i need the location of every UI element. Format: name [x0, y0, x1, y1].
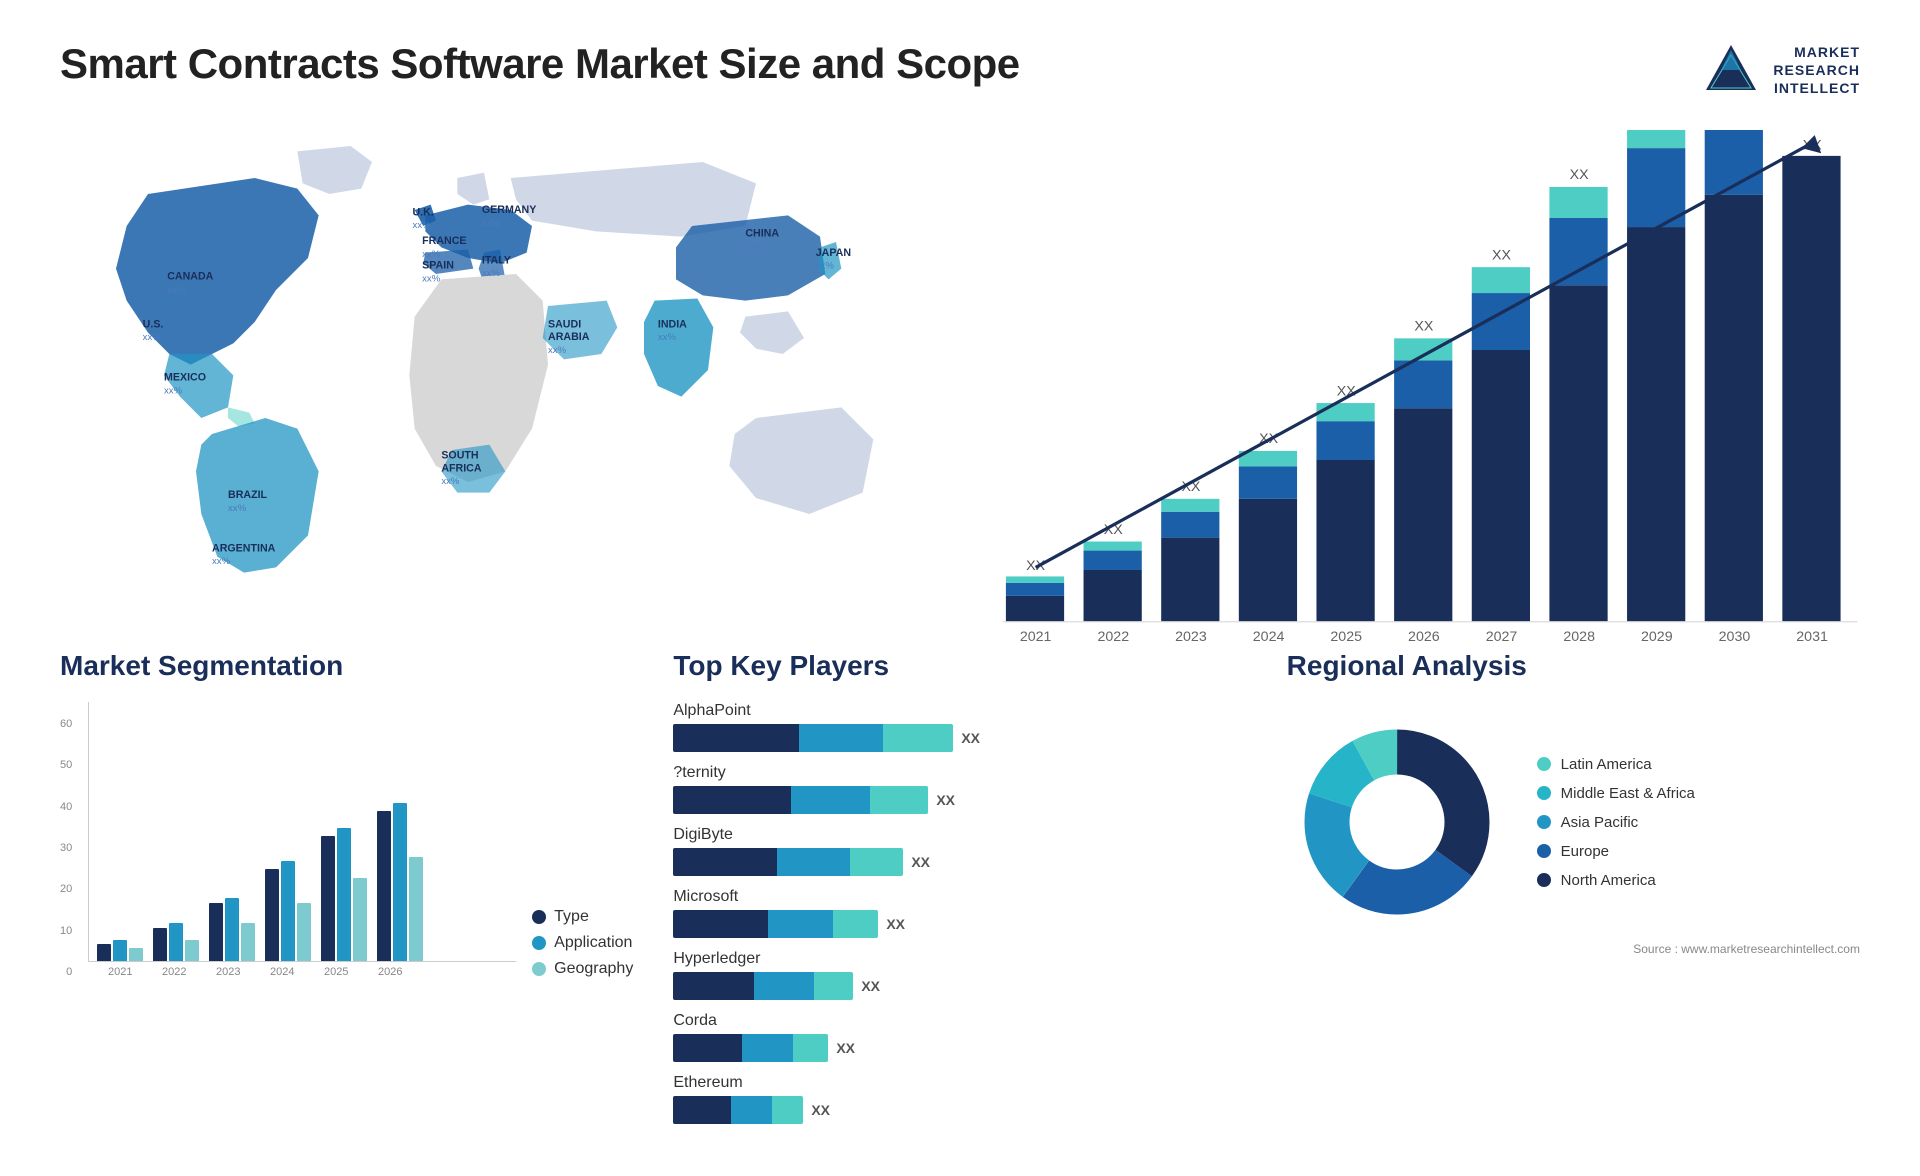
source-text: Source : www.marketresearchintellect.com — [1287, 942, 1860, 956]
logo-text: MARKET RESEARCH INTELLECT — [1773, 43, 1860, 98]
map-section: CANADA xx% U.S. xx% MEXICO xx% BRAZIL xx… — [60, 130, 940, 610]
svg-text:xx%: xx% — [143, 332, 162, 343]
page-title: Smart Contracts Software Market Size and… — [60, 40, 1020, 88]
page-container: Smart Contracts Software Market Size and… — [0, 0, 1920, 1176]
svg-text:XX: XX — [1647, 130, 1666, 134]
legend-geography: Geography — [532, 960, 633, 978]
namerica-dot — [1537, 873, 1551, 887]
china-label: CHINA — [745, 228, 779, 240]
svg-text:2023: 2023 — [1175, 629, 1207, 645]
svg-text:2028: 2028 — [1563, 629, 1595, 645]
player-row: AlphaPoint XX — [673, 702, 1246, 752]
svg-text:xx%: xx% — [482, 218, 501, 229]
argentina-label: ARGENTINA — [212, 542, 276, 554]
brazil-label: BRAZIL — [228, 489, 268, 501]
saudi-label: SAUDI — [548, 318, 581, 330]
reg-legend-item: North America — [1537, 872, 1695, 889]
player-row: Hyperledger XX — [673, 950, 1246, 1000]
mea-dot — [1537, 786, 1551, 800]
regional-title: Regional Analysis — [1287, 650, 1860, 682]
svg-text:xx%: xx% — [658, 332, 677, 343]
growth-chart: XX 2021 XX 2022 XX 2023 — [980, 130, 1860, 674]
players-title: Top Key Players — [673, 650, 1246, 682]
reg-legend-item: Middle East & Africa — [1537, 785, 1695, 802]
segmentation-section: Market Segmentation 60 50 40 30 20 10 0 — [60, 650, 633, 1136]
svg-text:xx%: xx% — [816, 261, 835, 272]
italy-label: ITALY — [482, 254, 511, 266]
svg-text:xx%: xx% — [548, 345, 567, 356]
svg-text:xx%: xx% — [164, 385, 183, 396]
svg-text:2022: 2022 — [1097, 629, 1129, 645]
donut-chart — [1287, 712, 1507, 932]
svg-text:XX: XX — [1492, 247, 1511, 263]
legend-application: Application — [532, 934, 633, 952]
asia-dot — [1537, 815, 1551, 829]
germany-label: GERMANY — [482, 204, 536, 216]
logo-icon — [1701, 40, 1761, 100]
regional-legend: Latin America Middle East & Africa Asia … — [1537, 756, 1695, 889]
player-row: ?ternity XX — [673, 764, 1246, 814]
svg-text:xx%: xx% — [422, 249, 441, 260]
donut-area: Latin America Middle East & Africa Asia … — [1287, 712, 1860, 932]
europe-dot — [1537, 844, 1551, 858]
player-row: Corda XX — [673, 1012, 1246, 1062]
svg-text:XX: XX — [1570, 167, 1589, 183]
player-row: Ethereum XX — [673, 1074, 1246, 1124]
spain-label: SPAIN — [422, 260, 454, 272]
svg-text:xx%: xx% — [422, 273, 441, 284]
svg-text:xx%: xx% — [228, 503, 247, 514]
svg-text:2024: 2024 — [1253, 629, 1285, 645]
india-label: INDIA — [658, 318, 687, 330]
uk-label: U.K. — [413, 206, 434, 218]
latam-dot — [1537, 757, 1551, 771]
svg-text:2030: 2030 — [1719, 629, 1751, 645]
bottom-content: Market Segmentation 60 50 40 30 20 10 0 — [60, 650, 1860, 1136]
svg-text:AFRICA: AFRICA — [441, 462, 482, 474]
geo-dot — [532, 962, 546, 976]
svg-text:xx%: xx% — [167, 285, 186, 296]
type-dot — [532, 910, 546, 924]
svg-text:2027: 2027 — [1486, 629, 1518, 645]
svg-text:xx%: xx% — [482, 268, 501, 279]
svg-text:XX: XX — [1725, 130, 1744, 134]
svg-text:xx%: xx% — [212, 556, 231, 567]
map-container: CANADA xx% U.S. xx% MEXICO xx% BRAZIL xx… — [60, 130, 940, 610]
logo-area: MARKET RESEARCH INTELLECT — [1701, 40, 1860, 100]
svg-text:2029: 2029 — [1641, 629, 1673, 645]
app-dot — [532, 936, 546, 950]
svg-text:ARABIA: ARABIA — [548, 331, 590, 343]
players-section: Top Key Players AlphaPoint XX — [673, 650, 1246, 1136]
reg-legend-item: Europe — [1537, 843, 1695, 860]
bar-2021-dark — [1006, 596, 1064, 622]
world-map: CANADA xx% U.S. xx% MEXICO xx% BRAZIL xx… — [60, 130, 940, 610]
svg-text:2025: 2025 — [1330, 629, 1362, 645]
svg-text:2026: 2026 — [1408, 629, 1440, 645]
seg-bar — [97, 944, 111, 961]
player-row: DigiByte XX — [673, 826, 1246, 876]
player-row: Microsoft XX — [673, 888, 1246, 938]
reg-legend-item: Latin America — [1537, 756, 1695, 773]
segmentation-title: Market Segmentation — [60, 650, 633, 682]
svg-text:2021: 2021 — [1020, 629, 1052, 645]
us-label: U.S. — [143, 318, 164, 330]
svg-text:xx%: xx% — [441, 476, 460, 487]
svg-text:2031: 2031 — [1796, 629, 1828, 645]
chart-section: XX 2021 XX 2022 XX 2023 — [980, 130, 1860, 610]
japan-label: JAPAN — [816, 247, 851, 259]
reg-legend-item: Asia Pacific — [1537, 814, 1695, 831]
players-list: AlphaPoint XX ?ternity — [673, 702, 1246, 1136]
seg-legend: Type Application Geography — [532, 908, 633, 978]
canada-label: CANADA — [167, 270, 213, 282]
svg-text:XX: XX — [1414, 319, 1433, 335]
safrica-label: SOUTH — [441, 450, 478, 462]
mexico-label: MEXICO — [164, 372, 206, 384]
main-content: CANADA xx% U.S. xx% MEXICO xx% BRAZIL xx… — [60, 130, 1860, 1136]
growth-chart-svg: XX 2021 XX 2022 XX 2023 — [980, 130, 1860, 674]
regional-section: Regional Analysis — [1287, 650, 1860, 1136]
svg-text:xx%: xx% — [745, 241, 764, 252]
header: Smart Contracts Software Market Size and… — [60, 40, 1860, 100]
legend-type: Type — [532, 908, 633, 926]
france-label: FRANCE — [422, 235, 466, 247]
svg-text:xx%: xx% — [413, 220, 432, 231]
